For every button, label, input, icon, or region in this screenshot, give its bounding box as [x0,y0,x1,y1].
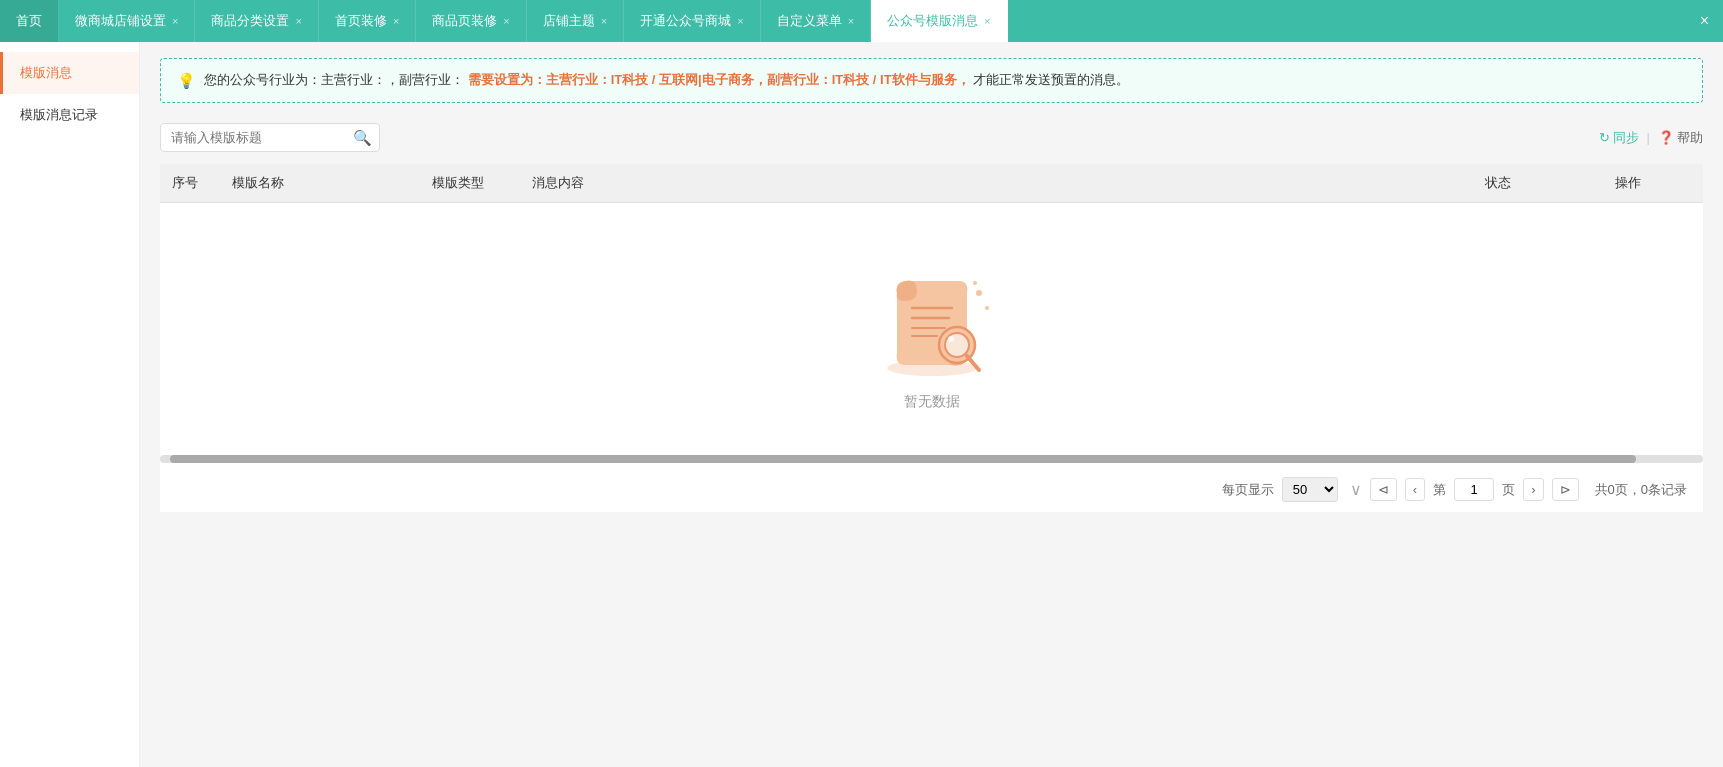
help-button[interactable]: ❓ 帮助 [1658,129,1703,147]
svg-point-8 [948,336,954,342]
nav-template-msg[interactable]: 公众号模版消息 × [871,0,1007,42]
col-status: 状态 [1473,164,1603,203]
close-store-settings[interactable]: × [172,15,178,27]
scroll-area[interactable]: 序号 模版名称 模版类型 消息内容 状态 操作 [160,164,1703,451]
close-category-settings[interactable]: × [295,15,301,27]
table-header-row: 序号 模版名称 模版类型 消息内容 状态 操作 [160,164,1703,203]
empty-illustration [867,263,997,393]
close-custom-menu[interactable]: × [848,15,854,27]
search-input-wrap: 🔍 [160,123,380,152]
sidebar-item-template-message-record[interactable]: 模版消息记录 [0,94,139,136]
svg-point-6 [945,333,969,357]
empty-state-row: 暂无数据 [160,203,1703,452]
search-input[interactable] [160,123,380,152]
page-input[interactable] [1454,478,1494,501]
first-page-button[interactable]: ⊲ [1370,478,1397,501]
col-action: 操作 [1603,164,1703,203]
col-content: 消息内容 [520,164,1473,203]
pagination: 每页显示 10 20 50 100 ∨ ⊲ ‹ 第 页 › ⊳ 共0页，0条记录 [160,467,1703,512]
nav-product-decoration[interactable]: 商品页装修 × [416,0,526,42]
col-type: 模版类型 [420,164,520,203]
search-icon[interactable]: 🔍 [353,129,372,147]
svg-point-11 [973,281,977,285]
bulb-icon: 💡 [177,72,196,90]
empty-state-text: 暂无数据 [904,393,960,411]
next-page-button[interactable]: › [1523,478,1543,501]
last-page-button[interactable]: ⊳ [1552,478,1579,501]
sync-button[interactable]: ↻ 同步 [1599,129,1639,147]
page-size-label: 每页显示 [1222,481,1274,499]
global-close-button[interactable]: × [1686,0,1723,42]
content-area: 💡 您的公众号行业为：主营行业：，副营行业： 需要设置为：主营行业：IT科技 /… [140,42,1723,767]
top-nav: 首页 微商城店铺设置 × 商品分类设置 × 首页装修 × 商品页装修 × 店铺主… [0,0,1723,42]
close-product-decoration[interactable]: × [503,15,509,27]
info-banner: 💡 您的公众号行业为：主营行业：，副营行业： 需要设置为：主营行业：IT科技 /… [160,58,1703,103]
horizontal-scrollbar[interactable] [160,455,1703,463]
sync-icon: ↻ [1599,130,1610,145]
nav-category-settings[interactable]: 商品分类设置 × [195,0,318,42]
chevron-down-icon: ∨ [1350,480,1362,499]
help-icon: ❓ [1658,130,1674,145]
main-layout: 模版消息 模版消息记录 💡 您的公众号行业为：主营行业：，副营行业： 需要设置为… [0,42,1723,767]
nav-store-theme[interactable]: 店铺主题 × [527,0,624,42]
page-size-select[interactable]: 10 20 50 100 [1282,477,1338,502]
col-index: 序号 [160,164,220,203]
total-label: 共0页，0条记录 [1595,481,1687,499]
table-wrap: 序号 模版名称 模版类型 消息内容 状态 操作 [160,164,1703,512]
toolbar-divider: | [1647,130,1650,145]
sidebar-item-template-message[interactable]: 模版消息 [0,52,139,94]
prev-page-button[interactable]: ‹ [1405,478,1425,501]
nav-open-mall[interactable]: 开通公众号商城 × [624,0,760,42]
nav-home[interactable]: 首页 [0,0,59,42]
col-name: 模版名称 [220,164,420,203]
page-suffix: 页 [1502,481,1515,499]
svg-point-9 [976,290,982,296]
nav-custom-menu[interactable]: 自定义菜单 × [761,0,871,42]
close-open-mall[interactable]: × [737,15,743,27]
close-template-msg[interactable]: × [984,15,990,27]
toolbar-right: ↻ 同步 | ❓ 帮助 [1599,129,1703,147]
current-page-prefix: 第 [1433,481,1446,499]
svg-point-10 [985,306,989,310]
scroll-thumb[interactable] [170,455,1636,463]
info-banner-text: 您的公众号行业为：主营行业：，副营行业： 需要设置为：主营行业：IT科技 / 互… [204,71,1129,89]
close-store-theme[interactable]: × [601,15,607,27]
sidebar: 模版消息 模版消息记录 [0,42,140,767]
data-table: 序号 模版名称 模版类型 消息内容 状态 操作 [160,164,1703,451]
search-bar: 🔍 ↻ 同步 | ❓ 帮助 [160,123,1703,152]
nav-home-decoration[interactable]: 首页装修 × [319,0,416,42]
close-home-decoration[interactable]: × [393,15,399,27]
nav-store-settings[interactable]: 微商城店铺设置 × [59,0,195,42]
empty-state: 暂无数据 [160,203,1703,451]
